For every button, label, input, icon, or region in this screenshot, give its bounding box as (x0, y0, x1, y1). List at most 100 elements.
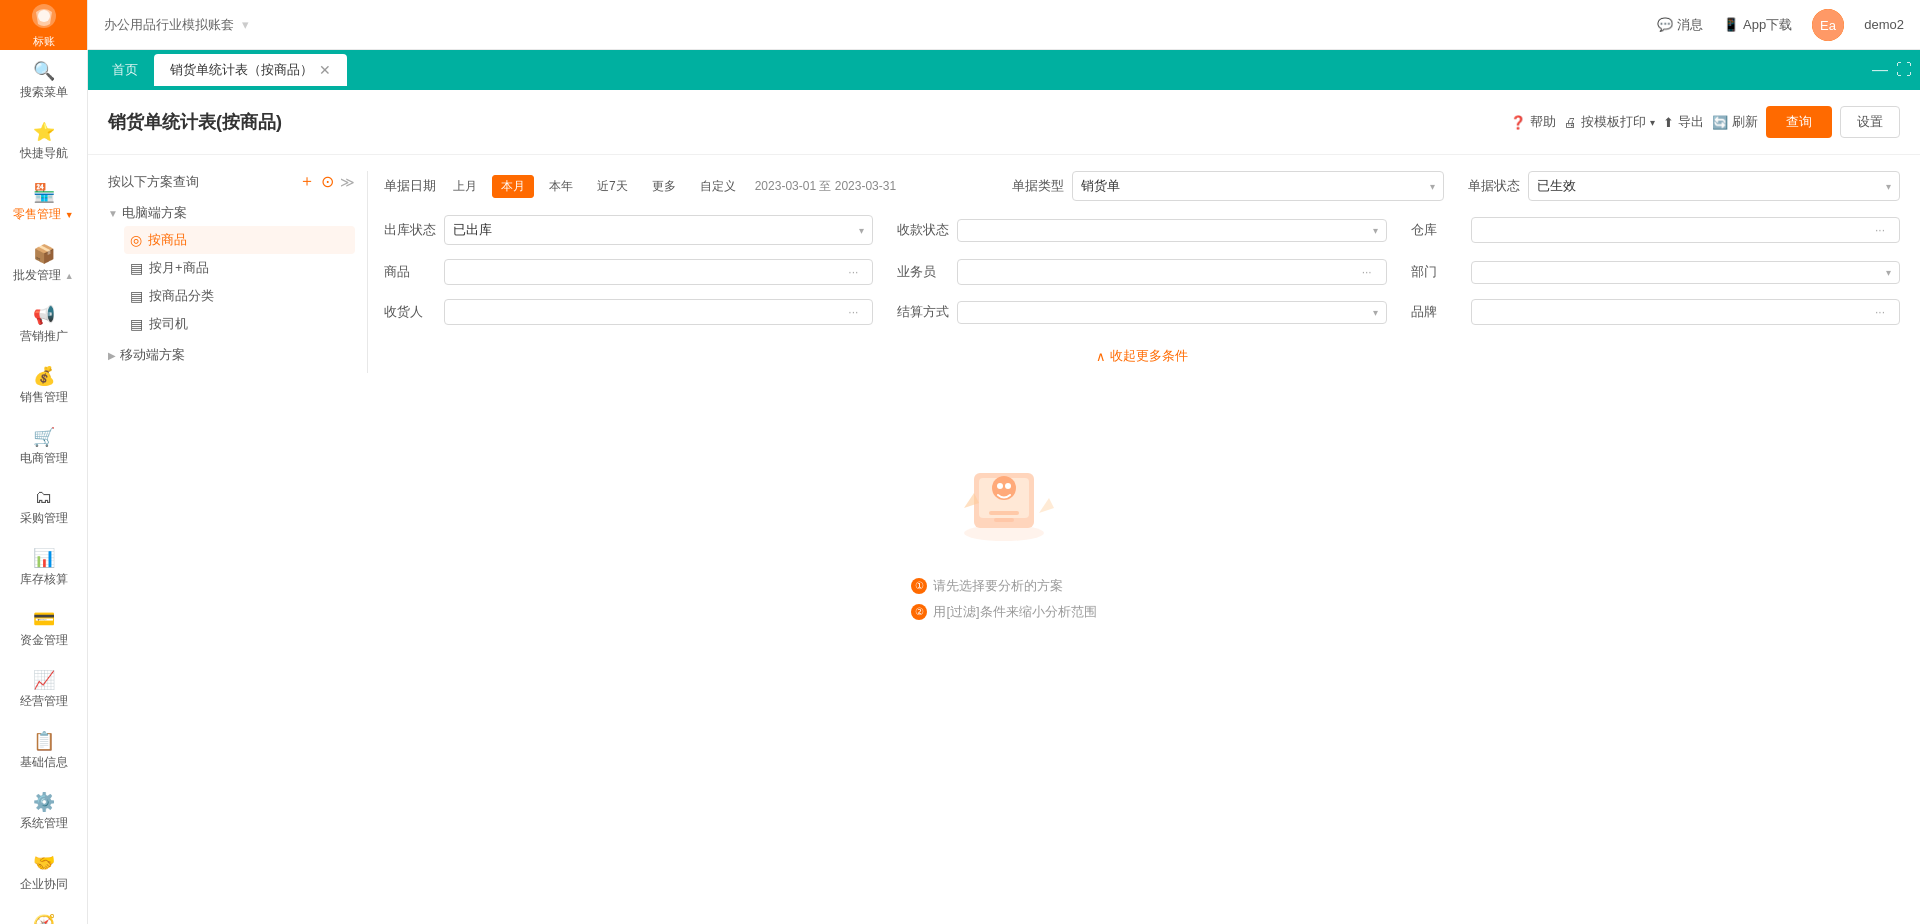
logo[interactable]: 标账 (0, 0, 87, 50)
sidebar-item-search[interactable]: 🔍 搜索菜单 (0, 50, 87, 111)
operations-icon: 📈 (4, 669, 83, 691)
query-layout: 按以下方案查询 ＋ ⊙ ≫ ▼ 电脑端方案 (108, 171, 1900, 373)
product-select[interactable]: ··· (444, 259, 873, 285)
print-dropdown-arrow[interactable]: ▾ (1650, 117, 1655, 128)
settings-button[interactable]: 设置 (1840, 106, 1900, 138)
date-btn-7-days[interactable]: 近7天 (588, 175, 637, 198)
sidebar-item-system[interactable]: ⚙️ 系统管理 (0, 781, 87, 842)
sidebar-item-sales[interactable]: 💰 销售管理 (0, 355, 87, 416)
tab-maximize-button[interactable]: ⛶ (1896, 61, 1912, 79)
sidebar-item-newbie[interactable]: 🧭 新手引导 (0, 903, 87, 924)
tree-group-desktop-header[interactable]: ▼ 电脑端方案 (108, 200, 355, 226)
scheme-header: 按以下方案查询 ＋ ⊙ ≫ (108, 171, 355, 192)
filter-panel: 单据日期 上月 本月 本年 近7天 更多 自定义 2023-03-01 至 20… (368, 171, 1900, 373)
sidebar-item-basic[interactable]: 📋 基础信息 (0, 720, 87, 781)
product-more-icon[interactable]: ··· (842, 265, 864, 279)
messages-button[interactable]: 💬 消息 (1657, 16, 1703, 34)
doc-status-select[interactable]: 已生效 ▾ (1528, 171, 1900, 201)
basic-icon: 📋 (4, 730, 83, 752)
industry-selector[interactable]: 办公用品行业模拟账套 (104, 16, 234, 34)
tab-minimize-button[interactable]: — (1872, 61, 1888, 79)
sidebar-item-quick-nav[interactable]: ⭐ 快捷导航 (0, 111, 87, 172)
sidebar-item-operations[interactable]: 📈 经营管理 (0, 659, 87, 720)
sidebar-item-cooperation[interactable]: 🤝 企业协同 (0, 842, 87, 903)
brand-more-icon[interactable]: ··· (1869, 305, 1891, 319)
date-btn-custom[interactable]: 自定义 (691, 175, 745, 198)
filter-row-3: 商品 ··· 业务员 ··· (384, 259, 1900, 285)
department-select[interactable]: ▾ (1471, 261, 1900, 284)
sidebar-item-wholesale[interactable]: 📦 批发管理 ▲ (0, 233, 87, 294)
filter-field-out-status: 出库状态 已出库 ▾ (384, 215, 873, 245)
header-left: 办公用品行业模拟账套 ▾ (104, 16, 249, 34)
payment-label: 结算方式 (897, 303, 957, 321)
refresh-button[interactable]: 🔄 刷新 (1712, 113, 1758, 131)
query-button[interactable]: 查询 (1766, 106, 1832, 138)
receiver-label: 收货人 (384, 303, 444, 321)
sidebar-item-purchase[interactable]: 🗂 采购管理 (0, 477, 87, 537)
print-button[interactable]: 🖨 按模板打印 ▾ (1564, 113, 1655, 131)
page-title-row: 销货单统计表(按商品) ❓ 帮助 🖨 按模板打印 ▾ ⬆ 导出 (108, 106, 1900, 138)
date-btn-more[interactable]: 更多 (643, 175, 685, 198)
filter-field-doc-status: 单据状态 已生效 ▾ (1468, 171, 1900, 201)
warehouse-more-icon[interactable]: ··· (1869, 223, 1891, 237)
filter-field-salesperson: 业务员 ··· (897, 259, 1386, 285)
salesperson-select[interactable]: ··· (957, 259, 1386, 285)
salesperson-label: 业务员 (897, 263, 957, 281)
sidebar-item-ecommerce[interactable]: 🛒 电商管理 (0, 416, 87, 477)
app-download-button[interactable]: 📱 App下载 (1723, 16, 1792, 34)
user-avatar[interactable] (1812, 9, 1844, 41)
search-icon: 🔍 (4, 60, 83, 82)
sidebar-item-marketing[interactable]: 📢 营销推广 (0, 294, 87, 355)
date-btn-this-year[interactable]: 本年 (540, 175, 582, 198)
logo-text: 标账 (33, 34, 55, 49)
filter-row-2: 出库状态 已出库 ▾ 收款状态 ▾ (384, 215, 1900, 245)
tree-item-by-category[interactable]: ▤ 按商品分类 (124, 282, 355, 310)
out-status-select[interactable]: 已出库 ▾ (444, 215, 873, 245)
sidebar-item-inventory[interactable]: 📊 库存核算 (0, 537, 87, 598)
tree-group-mobile-header[interactable]: ▶ 移动端方案 (108, 342, 355, 368)
payment-select[interactable]: ▾ (957, 301, 1386, 324)
receipt-status-select[interactable]: ▾ (957, 219, 1386, 242)
warehouse-select[interactable]: ··· (1471, 217, 1900, 243)
scheme-copy-icon[interactable]: ⊙ (321, 172, 334, 191)
department-label: 部门 (1411, 263, 1471, 281)
help-button[interactable]: ❓ 帮助 (1510, 113, 1556, 131)
filter-field-receipt-status: 收款状态 ▾ (897, 219, 1386, 242)
svg-rect-9 (994, 518, 1014, 522)
date-btn-this-month[interactable]: 本月 (492, 175, 534, 198)
wholesale-icon: 📦 (4, 243, 83, 265)
svg-rect-8 (989, 511, 1019, 515)
receiver-more-icon[interactable]: ··· (842, 305, 864, 319)
brand-select[interactable]: ··· (1471, 299, 1900, 325)
title-divider (88, 154, 1920, 155)
collapse-button[interactable]: ∧ 收起更多条件 (1096, 347, 1188, 365)
doc-type-label: 单据类型 (1012, 177, 1072, 195)
industry-dropdown-arrow[interactable]: ▾ (242, 17, 249, 32)
out-status-dropdown-arrow: ▾ (859, 225, 864, 236)
date-btn-last-month[interactable]: 上月 (444, 175, 486, 198)
refresh-icon: 🔄 (1712, 115, 1728, 130)
tab-close-icon[interactable]: ✕ (319, 62, 331, 78)
out-status-value: 已出库 (453, 221, 855, 239)
scheme-collapse-icon[interactable]: ≫ (340, 174, 355, 190)
tree-item-by-month-product[interactable]: ▤ 按月+商品 (124, 254, 355, 282)
receiver-select[interactable]: ··· (444, 299, 873, 325)
empty-tips: ① 请先选择要分析的方案 ② 用[过滤]条件来缩小分析范围 (911, 573, 1096, 625)
tab-home[interactable]: 首页 (96, 54, 154, 86)
scheme-tree: ▼ 电脑端方案 ◎ 按商品 ▤ 按月+商品 (108, 200, 355, 368)
collapse-arrow-icon: ∧ (1096, 349, 1106, 364)
tree-item-by-scanner[interactable]: ▤ 按司机 (124, 310, 355, 338)
tab-report[interactable]: 销货单统计表（按商品） ✕ (154, 54, 347, 86)
username-label[interactable]: demo2 (1864, 17, 1904, 32)
collapse-row: ∧ 收起更多条件 (384, 339, 1900, 373)
sidebar-item-finance[interactable]: 💳 资金管理 (0, 598, 87, 659)
tree-item-by-product[interactable]: ◎ 按商品 (124, 226, 355, 254)
filter-field-date: 单据日期 上月 本月 本年 近7天 更多 自定义 2023-03-01 至 20… (384, 175, 988, 198)
scheme-add-icon[interactable]: ＋ (299, 171, 315, 192)
date-label: 单据日期 (384, 177, 444, 195)
doc-type-select[interactable]: 销货单 ▾ (1072, 171, 1444, 201)
salesperson-more-icon[interactable]: ··· (1356, 265, 1378, 279)
export-button[interactable]: ⬆ 导出 (1663, 113, 1704, 131)
sidebar-item-retail[interactable]: 🏪 零售管理 ▼ (0, 172, 87, 233)
tip-2-text: 用[过滤]条件来缩小分析范围 (933, 599, 1096, 625)
